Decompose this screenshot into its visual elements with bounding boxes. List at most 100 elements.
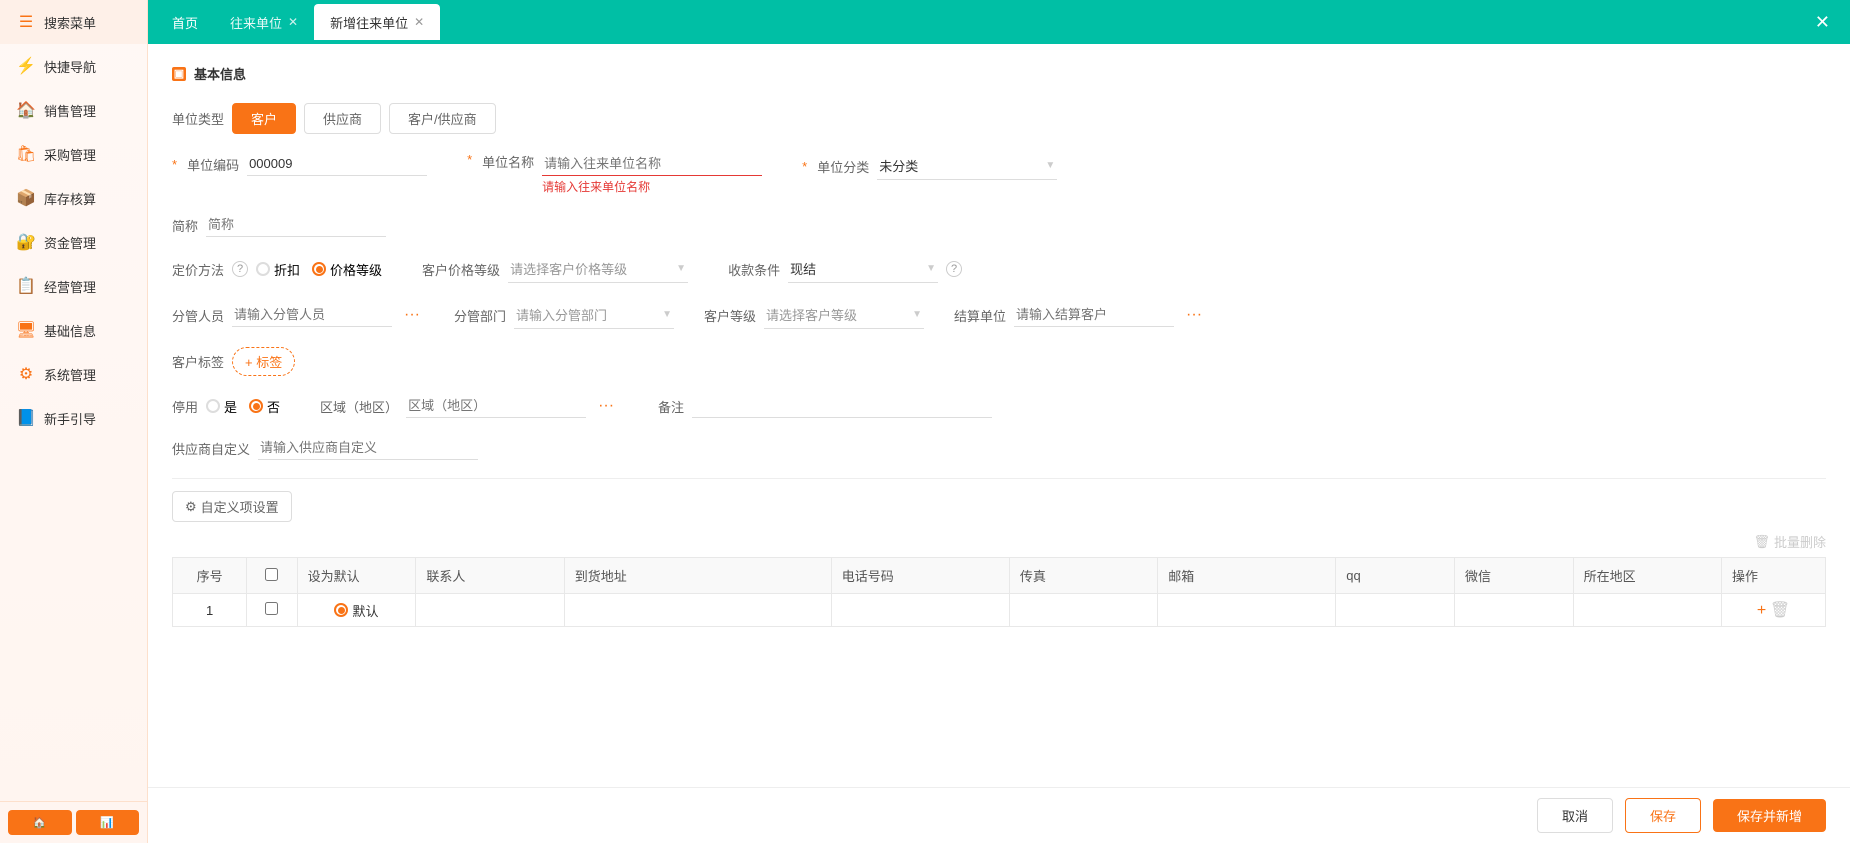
radio-disable-yes[interactable]: 是 [206, 397, 237, 416]
customer-price-level-value: 请选择客户价格等级 [510, 259, 676, 278]
sidebar-item-operations[interactable]: 📋 经营管理 [0, 264, 147, 308]
sidebar-item-label: 经营管理 [44, 277, 96, 296]
td-address [564, 594, 831, 627]
th-email: 邮箱 [1158, 558, 1336, 594]
batch-delete-area: 🗑 批量删除 [172, 532, 1826, 551]
customer-level-select[interactable]: 请选择客户等级 ▼ [764, 301, 924, 329]
th-qq: qq [1336, 558, 1455, 594]
customer-level-label: 客户等级 [704, 306, 756, 325]
row-default-radio[interactable]: 默认 [308, 601, 406, 620]
td-action: + 🗑 [1722, 594, 1826, 627]
customer-tag-label: 客户标签 [172, 352, 224, 371]
radio-disable-no[interactable]: 否 [249, 397, 280, 416]
add-tag-button[interactable]: + 标签 [232, 347, 295, 376]
sidebar-bottom-btn1[interactable]: 🏠 [8, 810, 72, 835]
unit-name-field: * 单位名称 请输入往来单位名称 [467, 152, 762, 195]
unit-category-chevron: ▼ [1045, 160, 1055, 171]
sidebar-item-search[interactable]: ☰ 搜索菜单 [0, 0, 147, 44]
form-row-unit-info: * 单位编码 * 单位名称 请输入往来单位名称 * 单位分类 未分类 ▼ [172, 152, 1826, 195]
th-default: 设为默认 [297, 558, 416, 594]
save-new-button[interactable]: 保存并新增 [1713, 799, 1826, 832]
radio-price-level-dot [316, 266, 323, 273]
manager-more-btn[interactable]: ··· [400, 306, 424, 324]
sidebar-item-inventory[interactable]: 📦 库存核算 [0, 176, 147, 220]
purchase-icon: 🛍 [16, 144, 36, 164]
tab-new-partner[interactable]: 新增往来单位 ✕ [314, 4, 440, 40]
sidebar-item-system[interactable]: ⚙ 系统管理 [0, 352, 147, 396]
sidebar-item-finance[interactable]: 🔐 资金管理 [0, 220, 147, 264]
sidebar-bottom-btn2[interactable]: 📊 [76, 810, 140, 835]
remark-input[interactable] [692, 394, 992, 418]
pricing-radio-group: 折扣 价格等级 [256, 260, 382, 279]
type-btn-both[interactable]: 客户/供应商 [389, 103, 496, 134]
pricing-method-field: 定价方法 ? 折扣 价格等级 [172, 260, 382, 279]
sidebar-item-guide[interactable]: 📘 新手引导 [0, 396, 147, 440]
settlement-unit-input[interactable] [1014, 303, 1174, 327]
customer-price-level-chevron: ▼ [676, 263, 686, 274]
supplier-custom-input[interactable] [258, 436, 478, 460]
customer-level-field: 客户等级 请选择客户等级 ▼ [704, 301, 924, 329]
cancel-button[interactable]: 取消 [1537, 798, 1613, 833]
custom-settings-button[interactable]: ⚙ 自定义项设置 [172, 491, 292, 522]
row-checkbox[interactable] [265, 602, 278, 615]
customer-price-level-select[interactable]: 请选择客户价格等级 ▼ [508, 255, 688, 283]
settlement-unit-more-btn[interactable]: ··· [1182, 306, 1206, 324]
settlement-unit-field: 结算单位 ··· [954, 303, 1206, 327]
unit-category-select[interactable]: 未分类 ▼ [877, 152, 1057, 180]
region-more-btn[interactable]: ··· [594, 397, 618, 415]
short-name-input[interactable] [206, 213, 386, 237]
th-fax: 传真 [1009, 558, 1157, 594]
unit-name-input[interactable] [542, 152, 762, 176]
sidebar-item-quick-nav[interactable]: ⚡ 快捷导航 [0, 44, 147, 88]
td-wechat [1454, 594, 1573, 627]
unit-type-buttons: 客户 供应商 客户/供应商 [232, 103, 496, 134]
sidebar-bottom: 🏠 📊 [0, 801, 147, 843]
table-header-row: 序号 设为默认 联系人 到货地址 电话号码 传真 邮箱 qq 微信 所在地区 [173, 558, 1826, 594]
tab-bar-close[interactable]: ✕ [1803, 12, 1842, 33]
tab-partner[interactable]: 往来单位 ✕ [214, 4, 314, 40]
pricing-help-icon[interactable]: ? [232, 261, 248, 277]
sidebar-item-basic-info[interactable]: 🖥 基础信息 [0, 308, 147, 352]
basic-info-icon: 🖥 [16, 320, 36, 340]
customer-level-chevron: ▼ [912, 309, 922, 320]
payment-terms-help-icon[interactable]: ? [946, 261, 962, 277]
radio-price-level[interactable]: 价格等级 [312, 260, 382, 279]
region-input[interactable] [406, 394, 586, 418]
tab-bar: 首页 往来单位 ✕ 新增往来单位 ✕ ✕ [148, 0, 1850, 44]
row-add-button[interactable]: + [1757, 602, 1766, 620]
form-row-unit-type: 单位类型 客户 供应商 客户/供应商 [172, 103, 1826, 134]
short-name-field: 简称 [172, 213, 386, 237]
row-delete-button[interactable]: 🗑 [1770, 600, 1790, 620]
type-btn-customer[interactable]: 客户 [232, 103, 296, 134]
unit-type-label: 单位类型 [172, 109, 224, 128]
gear-icon: ⚙ [185, 499, 197, 515]
select-all-checkbox[interactable] [265, 568, 278, 581]
save-button[interactable]: 保存 [1625, 798, 1701, 833]
tab-home[interactable]: 首页 [156, 4, 214, 40]
radio-yes-circle [206, 399, 220, 413]
tab-partner-close[interactable]: ✕ [288, 15, 298, 29]
manager-input[interactable] [232, 303, 392, 327]
tab-new-partner-close[interactable]: ✕ [414, 15, 424, 29]
payment-terms-select[interactable]: 现结 ▼ [788, 255, 938, 283]
th-contact: 联系人 [416, 558, 564, 594]
sidebar-item-purchase[interactable]: 🛍 采购管理 [0, 132, 147, 176]
form-row-supplier-custom: 供应商自定义 [172, 436, 1826, 460]
batch-delete-label[interactable]: 批量删除 [1774, 532, 1826, 551]
sidebar-item-sales[interactable]: 🏠 销售管理 [0, 88, 147, 132]
sidebar-item-label: 基础信息 [44, 321, 96, 340]
region-label: 区域（地区） [320, 397, 398, 416]
default-radio-dot [338, 607, 345, 614]
section-icon: ▣ [172, 67, 186, 81]
form-row-disable: 停用 是 否 区域（地区） ··· [172, 394, 1826, 418]
payment-terms-value: 现结 [790, 259, 926, 278]
unit-code-input[interactable] [247, 152, 427, 176]
payment-terms-label: 收款条件 [728, 260, 780, 279]
disable-field: 停用 是 否 [172, 397, 280, 416]
radio-discount[interactable]: 折扣 [256, 260, 300, 279]
type-btn-supplier[interactable]: 供应商 [304, 103, 381, 134]
main-area: 首页 往来单位 ✕ 新增往来单位 ✕ ✕ ▣ 基本信息 单位类型 客户 供应商 … [148, 0, 1850, 843]
department-chevron: ▼ [662, 309, 672, 320]
department-select[interactable]: 请输入分管部门 ▼ [514, 301, 674, 329]
td-seq: 1 [173, 594, 247, 627]
